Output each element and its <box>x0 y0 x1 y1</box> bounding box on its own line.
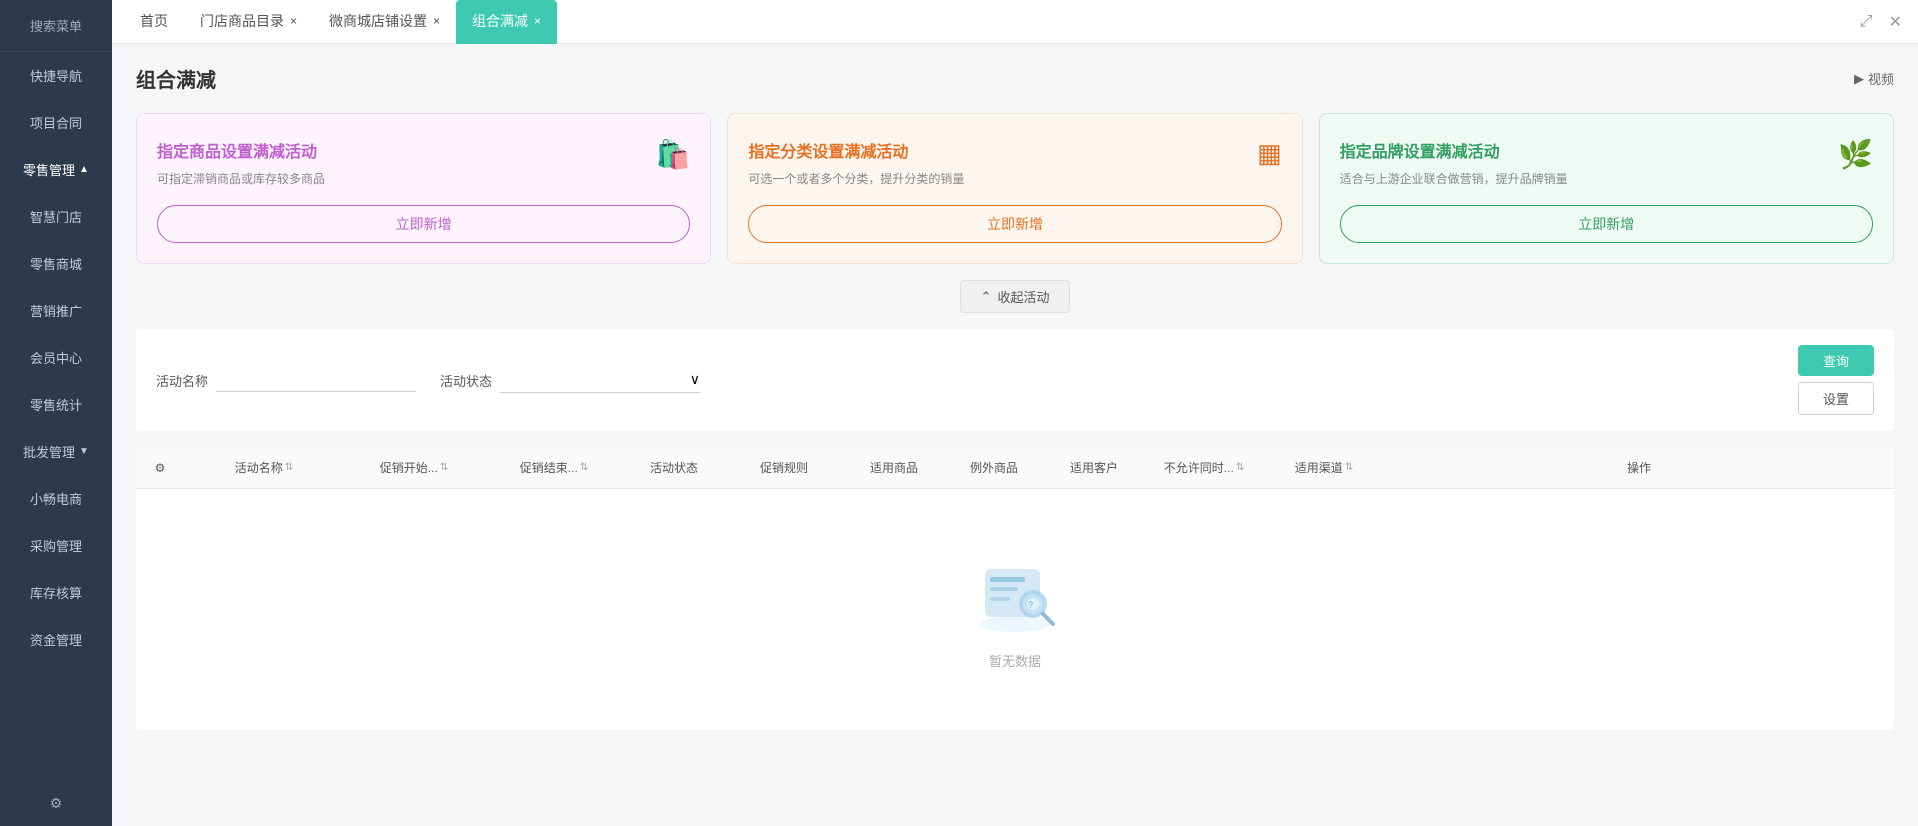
tab-home[interactable]: 首页 <box>124 0 184 44</box>
sidebar-item-smart-store[interactable]: 智慧门店 <box>0 193 112 240</box>
th-status: 活动状态 <box>624 459 724 476</box>
filter-name-label: 活动名称 <box>156 371 208 390</box>
close-icon[interactable]: ✕ <box>1885 10 1906 34</box>
sidebar-item-inventory-calc[interactable]: 库存核算 <box>0 569 112 616</box>
close-icon[interactable]: × <box>534 14 541 28</box>
chevron-down-icon: ▼ <box>79 446 89 457</box>
sidebar-item-retail-stats[interactable]: 零售统计 <box>0 381 112 428</box>
gear-icon: ⚙ <box>155 461 166 475</box>
filter-actions: 查询 设置 <box>1798 345 1874 415</box>
tab-bar: 首页 门店商品目录 × 微商城店铺设置 × 组合满减 × ⤢ ✕ <box>112 0 1918 44</box>
sidebar-item-project-contract[interactable]: 项目合同 <box>0 99 112 146</box>
sidebar-search[interactable]: 搜索菜单 <box>0 0 112 52</box>
category-card-title: 指定分类设置满减活动 <box>748 138 1281 162</box>
brand-card-add-button[interactable]: 立即新增 <box>1340 205 1873 243</box>
filter-section: 活动名称 活动状态 ∨ 查询 设置 <box>136 329 1894 431</box>
filter-name-input[interactable] <box>216 368 416 392</box>
empty-icon: ? <box>965 549 1065 639</box>
category-card: ▦ 指定分类设置满减活动 可选一个或者多个分类，提升分类的销量 立即新增 <box>727 113 1302 264</box>
collapse-button[interactable]: ⌃ 收起活动 <box>960 280 1071 313</box>
filter-status-select[interactable]: ∨ <box>500 367 700 393</box>
sidebar-item-capital-mgmt[interactable]: 资金管理 <box>0 616 112 663</box>
th-gear[interactable]: ⚙ <box>136 461 184 475</box>
play-icon: ▶ <box>1854 71 1864 87</box>
table-section: ⚙ 活动名称 ⇅ 促销开始... ⇅ 促销结束... ⇅ 活动状态 促销规则 适… <box>136 447 1894 730</box>
brand-card-desc: 适合与上游企业联合做营销，提升品牌销量 <box>1340 170 1873 189</box>
brand-card-title: 指定品牌设置满减活动 <box>1340 138 1873 162</box>
empty-text: 暂无数据 <box>989 651 1041 670</box>
chevron-up-icon: ▲ <box>79 164 89 175</box>
card-icon-product: 🛍️ <box>655 138 690 171</box>
sort-icon: ⇅ <box>580 462 588 473</box>
svg-text:?: ? <box>1028 600 1033 610</box>
sidebar-item-member-center[interactable]: 会员中心 <box>0 334 112 381</box>
page-header: 组合满减 ▶ 视频 <box>136 64 1894 93</box>
window-controls: ⤢ ✕ <box>1856 10 1906 34</box>
content-area: 组合满减 ▶ 视频 🛍️ 指定商品设置满减活动 可指定滞销商品或库存较多商品 立… <box>112 44 1918 826</box>
query-button[interactable]: 查询 <box>1798 345 1874 376</box>
th-start[interactable]: 促销开始... ⇅ <box>344 459 484 476</box>
product-card-desc: 可指定滞销商品或库存较多商品 <box>157 170 690 189</box>
collapse-bar: ⌃ 收起活动 <box>136 280 1894 313</box>
th-nosame[interactable]: 不允许同时... ⇅ <box>1144 459 1264 476</box>
th-channel[interactable]: 适用渠道 ⇅ <box>1264 459 1384 476</box>
product-card-title: 指定商品设置满减活动 <box>157 138 690 162</box>
category-card-add-button[interactable]: 立即新增 <box>748 205 1281 243</box>
restore-icon[interactable]: ⤢ <box>1856 11 1877 33</box>
close-icon[interactable]: × <box>433 14 440 28</box>
th-customer: 适用客户 <box>1044 459 1144 476</box>
product-card-add-button[interactable]: 立即新增 <box>157 205 690 243</box>
sidebar-item-quick-nav[interactable]: 快捷导航 <box>0 52 112 99</box>
sidebar-item-wholesale-mgmt[interactable]: 批发管理 ▼ <box>0 428 112 475</box>
tab-wechat-store-settings[interactable]: 微商城店铺设置 × <box>313 0 456 44</box>
close-icon[interactable]: × <box>290 14 297 28</box>
sidebar-item-purchase-mgmt[interactable]: 采购管理 <box>0 522 112 569</box>
empty-state: ? 暂无数据 <box>136 489 1894 730</box>
gear-icon: ⚙ <box>50 795 63 811</box>
page-title: 组合满减 <box>136 64 216 93</box>
chevron-down-icon: ∨ <box>690 371 700 388</box>
sidebar-item-xiaochang-ecom[interactable]: 小畅电商 <box>0 475 112 522</box>
sidebar: 搜索菜单 快捷导航 项目合同 零售管理 ▲ 智慧门店 零售商城 营销推广 会员中… <box>0 0 112 826</box>
sidebar-item-retail-mall[interactable]: 零售商城 <box>0 240 112 287</box>
filter-status-label: 活动状态 <box>440 371 492 390</box>
setting-button[interactable]: 设置 <box>1798 382 1874 415</box>
settings-button[interactable]: ⚙ <box>0 781 112 826</box>
video-link[interactable]: ▶ 视频 <box>1854 69 1894 88</box>
sort-icon: ⇅ <box>440 462 448 473</box>
card-icon-brand: 🌿 <box>1838 138 1873 171</box>
filter-status-field: 活动状态 ∨ <box>440 367 700 393</box>
card-icon-category: ▦ <box>1257 138 1282 169</box>
th-except: 例外商品 <box>944 459 1044 476</box>
category-card-desc: 可选一个或者多个分类，提升分类的销量 <box>748 170 1281 189</box>
tab-store-catalog[interactable]: 门店商品目录 × <box>184 0 313 44</box>
th-end[interactable]: 促销结束... ⇅ <box>484 459 624 476</box>
collapse-icon: ⌃ <box>981 289 992 305</box>
sidebar-item-retail-mgmt[interactable]: 零售管理 ▲ <box>0 146 112 193</box>
th-rule: 促销规则 <box>724 459 844 476</box>
th-name[interactable]: 活动名称 ⇅ <box>184 459 344 476</box>
cards-section: 🛍️ 指定商品设置满减活动 可指定滞销商品或库存较多商品 立即新增 ▦ 指定分类… <box>136 113 1894 264</box>
tab-combo-discount[interactable]: 组合满减 × <box>456 0 557 44</box>
brand-card: 🌿 指定品牌设置满减活动 适合与上游企业联合做营销，提升品牌销量 立即新增 <box>1319 113 1894 264</box>
sort-icon: ⇅ <box>1236 462 1244 473</box>
main-area: 首页 门店商品目录 × 微商城店铺设置 × 组合满减 × ⤢ ✕ 组合满减 ▶ … <box>112 0 1918 826</box>
filter-name-field: 活动名称 <box>156 368 416 392</box>
sort-icon: ⇅ <box>1345 462 1353 473</box>
sidebar-item-marketing[interactable]: 营销推广 <box>0 287 112 334</box>
product-card: 🛍️ 指定商品设置满减活动 可指定滞销商品或库存较多商品 立即新增 <box>136 113 711 264</box>
th-goods: 适用商品 <box>844 459 944 476</box>
table-header: ⚙ 活动名称 ⇅ 促销开始... ⇅ 促销结束... ⇅ 活动状态 促销规则 适… <box>136 447 1894 489</box>
th-operation: 操作 <box>1384 459 1894 476</box>
sort-icon: ⇅ <box>285 462 293 473</box>
